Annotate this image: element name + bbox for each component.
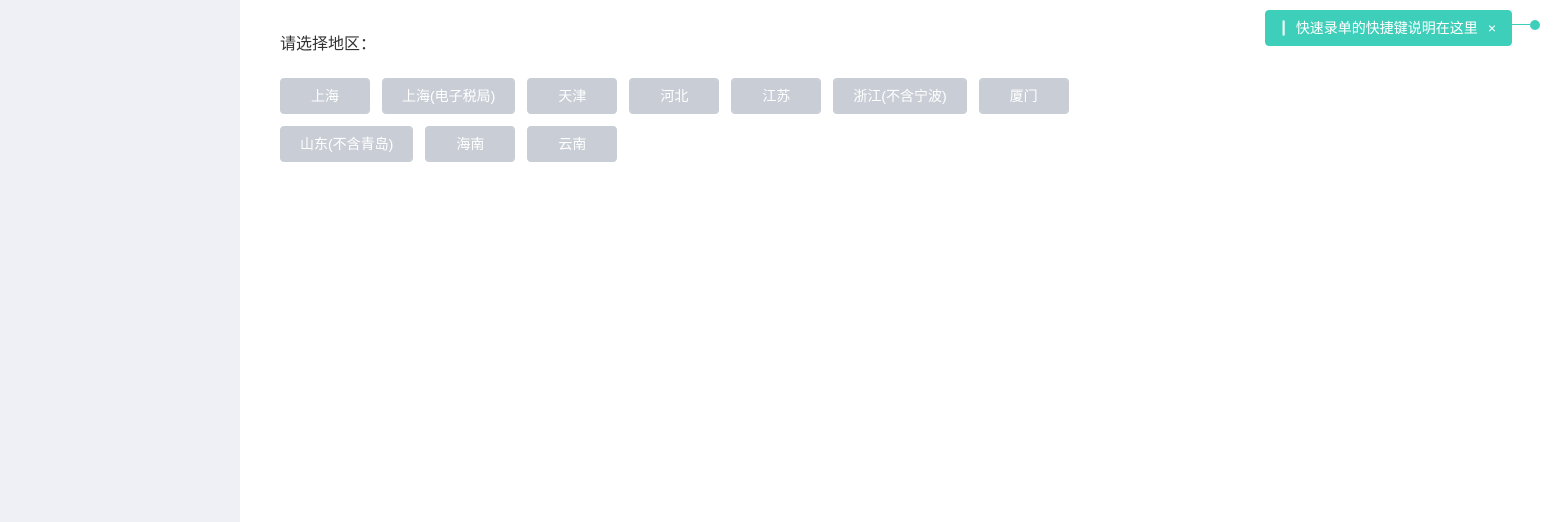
tooltip-close-button[interactable]: ×: [1488, 20, 1496, 36]
region-btn-tianjin[interactable]: 天津: [527, 78, 617, 114]
region-btn-hainan[interactable]: 海南: [425, 126, 515, 162]
region-btn-shandong[interactable]: 山东(不含青岛): [280, 126, 413, 162]
tooltip-line: [1512, 24, 1530, 25]
region-btn-hebei[interactable]: 河北: [629, 78, 719, 114]
region-btn-shanghai-etax[interactable]: 上海(电子税局): [382, 78, 515, 114]
region-btn-jiangsu[interactable]: 江苏: [731, 78, 821, 114]
region-btn-zhejiang[interactable]: 浙江(不含宁波): [833, 78, 966, 114]
main-content: 请选择地区： 上海 上海(电子税局) 天津 河北 江苏 浙江(不含宁波) 厦门 …: [240, 0, 1562, 522]
tooltip-text: 快速录单的快捷键说明在这里: [1296, 18, 1478, 38]
region-btn-xiamen[interactable]: 厦门: [979, 78, 1069, 114]
region-btn-shanghai[interactable]: 上海: [280, 78, 370, 114]
tooltip-banner: 快速录单的快捷键说明在这里 ×: [1265, 10, 1512, 46]
tooltip-dot: [1530, 20, 1540, 30]
region-btn-yunnan[interactable]: 云南: [527, 126, 617, 162]
left-sidebar: [0, 0, 240, 522]
region-buttons-row2: 山东(不含青岛) 海南 云南: [280, 126, 1522, 162]
region-buttons-row1: 上海 上海(电子税局) 天津 河北 江苏 浙江(不含宁波) 厦门: [280, 78, 1522, 114]
